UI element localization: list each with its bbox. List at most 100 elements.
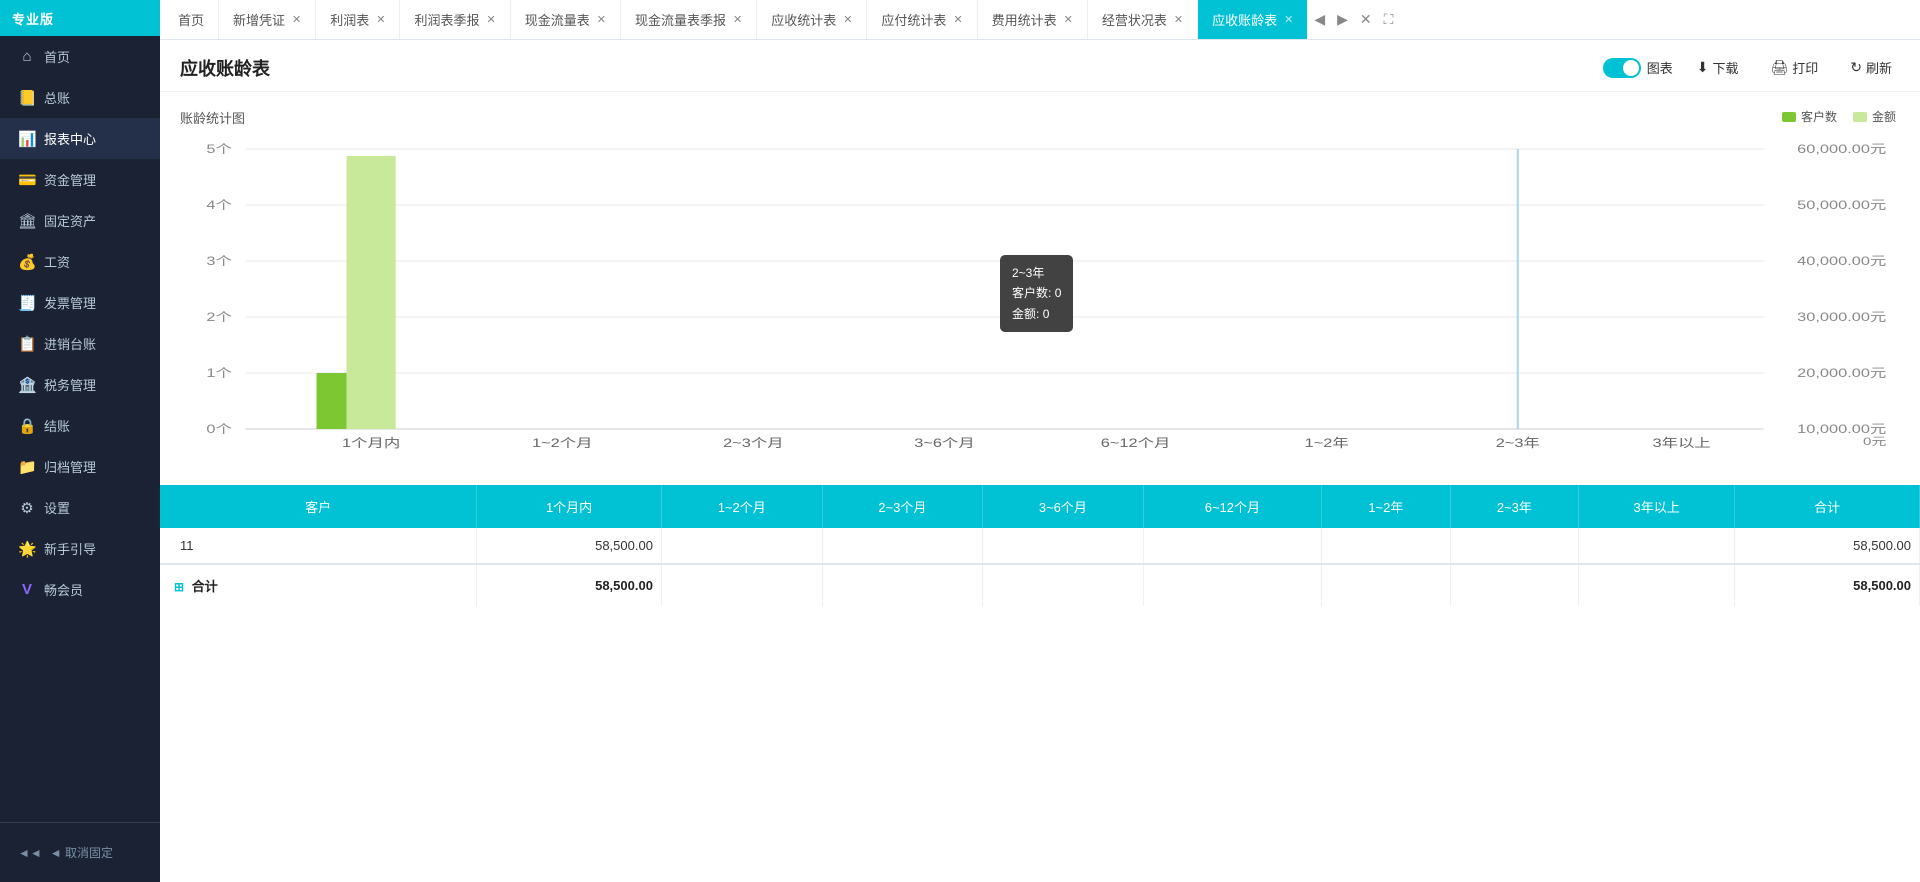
sidebar-item-ledger[interactable]: 📒 总账 — [0, 77, 160, 118]
tfoot-m1: 58,500.00 — [477, 564, 662, 606]
tab-cashflow-quarter-label: 现金流量表季报 — [635, 10, 726, 29]
sidebar-label-report: 报表中心 — [44, 129, 96, 148]
tab-business-status[interactable]: 经营状况表 ✕ — [1088, 0, 1198, 40]
sidebar-item-asset[interactable]: 🏛 固定资产 — [0, 200, 160, 241]
tfoot-y3plus — [1579, 564, 1735, 606]
sidebar-item-tax[interactable]: 🏦 税务管理 — [0, 364, 160, 405]
print-btn[interactable]: 🖨 打印 — [1762, 54, 1826, 81]
th-m36: 3~6个月 — [983, 485, 1144, 528]
tab-bar: 首页 新增凭证 ✕ 利润表 ✕ 利润表季报 ✕ 现金流量表 ✕ 现金流量表季报 … — [160, 0, 1920, 40]
data-table: 客户 1个月内 1~2个月 2~3个月 3~6个月 6~12个月 1~2年 2~… — [160, 485, 1920, 606]
tfoot-m612 — [1143, 564, 1321, 606]
sidebar-item-settings[interactable]: ⚙ 设置 — [0, 487, 160, 528]
total-icon: ⊞ — [174, 580, 184, 594]
invoice-icon: 🧾 — [18, 294, 36, 312]
tab-profit[interactable]: 利润表 ✕ — [316, 0, 400, 40]
tab-profit-quarter[interactable]: 利润表季报 ✕ — [400, 0, 510, 40]
svg-text:30,000.00元: 30,000.00元 — [1797, 311, 1886, 324]
tab-cashflow[interactable]: 现金流量表 ✕ — [511, 0, 621, 40]
sidebar-item-closing[interactable]: 🔒 结账 — [0, 405, 160, 446]
bar-customer-0 — [317, 373, 347, 429]
table-footer-row: ⊞ 合计 58,500.00 58,500.00 — [160, 564, 1920, 606]
page-title: 应收账龄表 — [180, 55, 1603, 81]
tab-home[interactable]: 首页 — [164, 0, 219, 40]
td-total-0: 58,500.00 — [1735, 528, 1920, 564]
tab-payable-stats[interactable]: 应付统计表 ✕ — [867, 0, 977, 40]
bar-amount-0 — [347, 156, 396, 429]
sidebar-label-payroll: 工资 — [44, 252, 70, 271]
refresh-btn[interactable]: ↻ 刷新 — [1842, 54, 1900, 81]
th-y3plus: 3年以上 — [1579, 485, 1735, 528]
sidebar-label-tax: 税务管理 — [44, 375, 96, 394]
sidebar-item-salesledger[interactable]: 📋 进销台账 — [0, 323, 160, 364]
legend-customer-dot — [1782, 112, 1796, 122]
tab-fullscreen[interactable]: ⛶ — [1378, 0, 1400, 40]
sidebar-item-payroll[interactable]: 💰 工资 — [0, 241, 160, 282]
archive-icon: 📁 — [18, 458, 36, 476]
switch-track[interactable] — [1603, 58, 1641, 78]
svg-text:2~3年: 2~3年 — [1496, 436, 1540, 450]
sidebar-item-vip[interactable]: V 畅会员 — [0, 569, 160, 610]
tab-payable-stats-close[interactable]: ✕ — [953, 13, 962, 26]
tab-receivable-stats-close[interactable]: ✕ — [843, 13, 852, 26]
td-m612-0 — [1143, 528, 1321, 564]
tfoot-label-text: 合计 — [192, 579, 218, 594]
sidebar-label-home: 首页 — [44, 47, 70, 66]
tfoot-label: ⊞ 合计 — [160, 564, 477, 606]
page-header: 应收账龄表 图表 ⬇ 下载 🖨 打印 ↻ 刷新 — [160, 40, 1920, 92]
print-label: 打印 — [1792, 58, 1818, 77]
td-y23-0 — [1450, 528, 1579, 564]
th-y12: 1~2年 — [1322, 485, 1451, 528]
tab-aging-close[interactable]: ✕ — [1284, 13, 1293, 26]
fund-icon: 💳 — [18, 171, 36, 189]
sidebar-label-asset: 固定资产 — [44, 211, 96, 230]
guide-icon: 🌟 — [18, 540, 36, 558]
td-m12-0 — [661, 528, 822, 564]
tab-profit-quarter-close[interactable]: ✕ — [487, 13, 496, 26]
download-btn[interactable]: ⬇ 下载 — [1689, 54, 1747, 81]
table-section: 客户 1个月内 1~2个月 2~3个月 3~6个月 6~12个月 1~2年 2~… — [160, 485, 1920, 626]
home-icon: ⌂ — [18, 48, 36, 65]
svg-text:4个: 4个 — [206, 198, 231, 212]
legend-customer-label: 客户数 — [1801, 108, 1837, 125]
tab-nav-next[interactable]: ▶ — [1331, 0, 1354, 40]
sidebar-item-fund[interactable]: 💳 资金管理 — [0, 159, 160, 200]
svg-text:0个: 0个 — [206, 422, 231, 436]
sidebar-item-invoice[interactable]: 🧾 发票管理 — [0, 282, 160, 323]
th-m612: 6~12个月 — [1143, 485, 1321, 528]
tab-cashflow-quarter[interactable]: 现金流量表季报 ✕ — [621, 0, 757, 40]
svg-text:2~3个月: 2~3个月 — [723, 436, 784, 450]
td-m23-0 — [822, 528, 983, 564]
sidebar-label-closing: 结账 — [44, 416, 70, 435]
svg-text:6~12个月: 6~12个月 — [1101, 436, 1171, 450]
tab-nav-prev[interactable]: ◀ — [1308, 0, 1331, 40]
chart-title: 账龄统计图 — [180, 108, 1900, 127]
toggle-label: 图表 — [1647, 58, 1673, 77]
svg-text:1~2年: 1~2年 — [1305, 436, 1349, 450]
tab-cashflow-quarter-close[interactable]: ✕ — [733, 13, 742, 26]
tax-icon: 🏦 — [18, 376, 36, 394]
tab-business-status-close[interactable]: ✕ — [1174, 13, 1183, 26]
chart-toggle[interactable]: 图表 — [1603, 58, 1673, 78]
tab-voucher[interactable]: 新增凭证 ✕ — [219, 0, 316, 40]
tab-expense-stats-close[interactable]: ✕ — [1064, 13, 1073, 26]
tab-close-all[interactable]: ✕ — [1354, 0, 1378, 40]
tab-receivable-stats[interactable]: 应收统计表 ✕ — [757, 0, 867, 40]
legend-amount: 金额 — [1853, 108, 1896, 125]
tab-voucher-close[interactable]: ✕ — [292, 13, 301, 26]
sidebar-item-guide[interactable]: 🌟 新手引导 — [0, 528, 160, 569]
tab-cashflow-close[interactable]: ✕ — [597, 13, 606, 26]
tab-aging[interactable]: 应收账龄表 ✕ — [1198, 0, 1308, 40]
sidebar-collapse-btn[interactable]: ◄◄ ◄ 取消固定 — [0, 833, 160, 872]
svg-text:0元: 0元 — [1863, 435, 1886, 448]
sidebar-item-archive[interactable]: 📁 归档管理 — [0, 446, 160, 487]
sidebar-label-fund: 资金管理 — [44, 170, 96, 189]
tab-expense-stats[interactable]: 费用统计表 ✕ — [978, 0, 1088, 40]
tab-profit-label: 利润表 — [330, 10, 369, 29]
svg-text:60,000.00元: 60,000.00元 — [1797, 143, 1886, 156]
sidebar-item-home[interactable]: ⌂ 首页 — [0, 36, 160, 77]
td-m1-0: 58,500.00 — [477, 528, 662, 564]
sidebar-label-settings: 设置 — [44, 498, 70, 517]
sidebar-item-report[interactable]: 📊 报表中心 — [0, 118, 160, 159]
tab-profit-close[interactable]: ✕ — [376, 13, 385, 26]
